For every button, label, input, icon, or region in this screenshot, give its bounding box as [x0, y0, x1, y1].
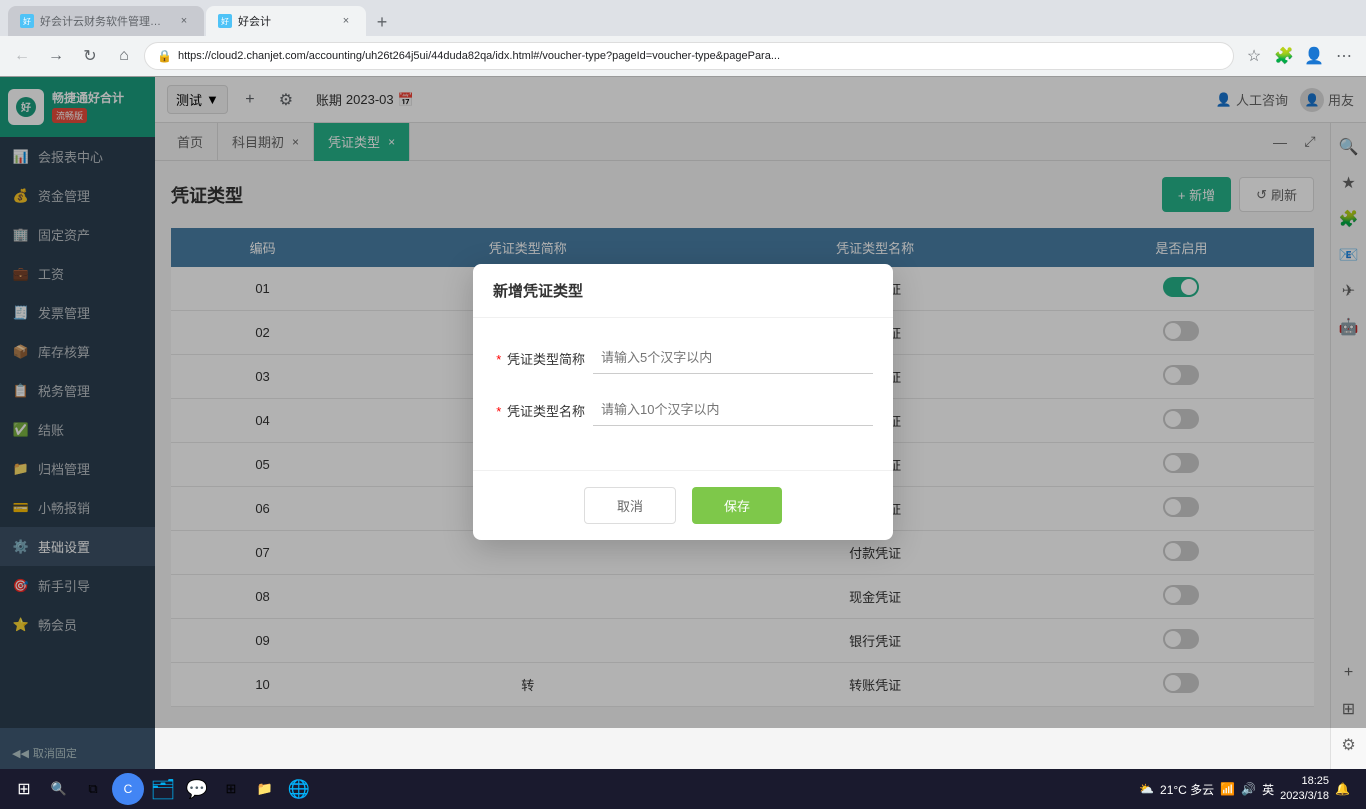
more-button[interactable]: ⋯	[1330, 42, 1358, 70]
taskbar-search-button[interactable]: 🔍	[44, 774, 74, 804]
form-row-name: * 凭证类型名称	[493, 394, 873, 426]
tab-bar: 好 好会计云财务软件管理系统_会计 × 好 好会计 × +	[0, 0, 1366, 36]
taskbar-task-view[interactable]: ⧉	[78, 774, 108, 804]
lang-indicator: 英	[1262, 781, 1274, 798]
tab-title-1: 好会计云财务软件管理系统_会计	[40, 13, 170, 29]
name-label: * 凭证类型名称	[493, 401, 593, 420]
taskbar-app1[interactable]: ⊞	[216, 774, 246, 804]
refresh-button[interactable]: ↻	[76, 42, 104, 70]
name-required-mark: *	[496, 404, 501, 419]
tab-favicon-2: 好	[218, 14, 232, 28]
taskbar-chrome[interactable]: C	[112, 773, 144, 805]
modal-header: 新增凭证类型	[473, 264, 893, 318]
modal-overlay[interactable]: 新增凭证类型 * 凭证类型简称 * 凭证类型名称 取消	[0, 76, 1366, 728]
taskbar-folder[interactable]: 📁	[250, 774, 280, 804]
weather-text: 21°C 多云	[1160, 781, 1214, 798]
address-text: https://cloud2.chanjet.com/accounting/uh…	[178, 50, 780, 62]
taskbar: ⊞ 🔍 ⧉ C 🗂 💬 ⊞ 📁 🌐 ⛅ 21°C 多云 📶 🔊 英 18:25 …	[0, 769, 1366, 809]
name-input[interactable]	[593, 394, 873, 426]
abbr-required-mark: *	[496, 352, 501, 367]
taskbar-edge[interactable]: 🌐	[284, 774, 314, 804]
new-tab-button[interactable]: +	[368, 8, 396, 36]
collapse-icon: ◀◀	[12, 747, 29, 760]
notification-icon[interactable]: 🔔	[1335, 782, 1350, 796]
collapse-label: 取消固定	[33, 745, 77, 761]
modal-footer: 取消 保存	[473, 470, 893, 540]
abbr-input[interactable]	[593, 342, 873, 374]
modal-body: * 凭证类型简称 * 凭证类型名称	[473, 318, 893, 470]
save-button[interactable]: 保存	[692, 487, 782, 524]
weather-icon: ⛅	[1139, 782, 1154, 796]
taskbar-clock: 18:25 2023/3/18	[1280, 774, 1329, 805]
browser-actions: ☆ 🧩 👤 ⋯	[1240, 42, 1358, 70]
cancel-label: 取消	[617, 499, 643, 514]
tab-close-2[interactable]: ×	[338, 13, 354, 29]
cancel-button[interactable]: 取消	[584, 487, 676, 524]
add-voucher-modal: 新增凭证类型 * 凭证类型简称 * 凭证类型名称 取消	[473, 264, 893, 540]
browser-chrome: 好 好会计云财务软件管理系统_会计 × 好 好会计 × + ← → ↻ ⌂ 🔒 …	[0, 0, 1366, 77]
address-input[interactable]: 🔒 https://cloud2.chanjet.com/accounting/…	[144, 42, 1234, 70]
sound-icon: 🔊	[1241, 782, 1256, 796]
clock-time: 18:25	[1280, 774, 1329, 789]
form-row-abbr: * 凭证类型简称	[493, 342, 873, 374]
start-button[interactable]: ⊞	[8, 773, 40, 805]
right-gear-icon[interactable]: ⚙	[1333, 729, 1365, 761]
back-button[interactable]: ←	[8, 42, 36, 70]
browser-tab-1[interactable]: 好 好会计云财务软件管理系统_会计 ×	[8, 6, 204, 36]
clock-date: 2023/3/18	[1280, 789, 1329, 804]
lock-icon: 🔒	[157, 49, 172, 63]
taskbar-system-area: ⛅ 21°C 多云 📶 🔊 英 18:25 2023/3/18 🔔	[1131, 774, 1358, 805]
forward-button[interactable]: →	[42, 42, 70, 70]
extensions-button[interactable]: 🧩	[1270, 42, 1298, 70]
browser-tab-2[interactable]: 好 好会计 ×	[206, 6, 366, 36]
sidebar-collapse-button[interactable]: ◀◀ 取消固定	[0, 737, 155, 769]
network-icon: 📶	[1220, 782, 1235, 796]
tab-close-1[interactable]: ×	[176, 13, 192, 29]
save-label: 保存	[724, 499, 750, 514]
modal-title: 新增凭证类型	[493, 280, 583, 301]
bookmark-button[interactable]: ☆	[1240, 42, 1268, 70]
taskbar-wechat[interactable]: 💬	[182, 774, 212, 804]
tab-title-2: 好会计	[238, 13, 271, 29]
taskbar-explorer[interactable]: 🗂	[148, 774, 178, 804]
home-button[interactable]: ⌂	[110, 42, 138, 70]
profile-button[interactable]: 👤	[1300, 42, 1328, 70]
address-bar: ← → ↻ ⌂ 🔒 https://cloud2.chanjet.com/acc…	[0, 36, 1366, 76]
abbr-label: * 凭证类型简称	[493, 349, 593, 368]
tab-favicon-1: 好	[20, 14, 34, 28]
